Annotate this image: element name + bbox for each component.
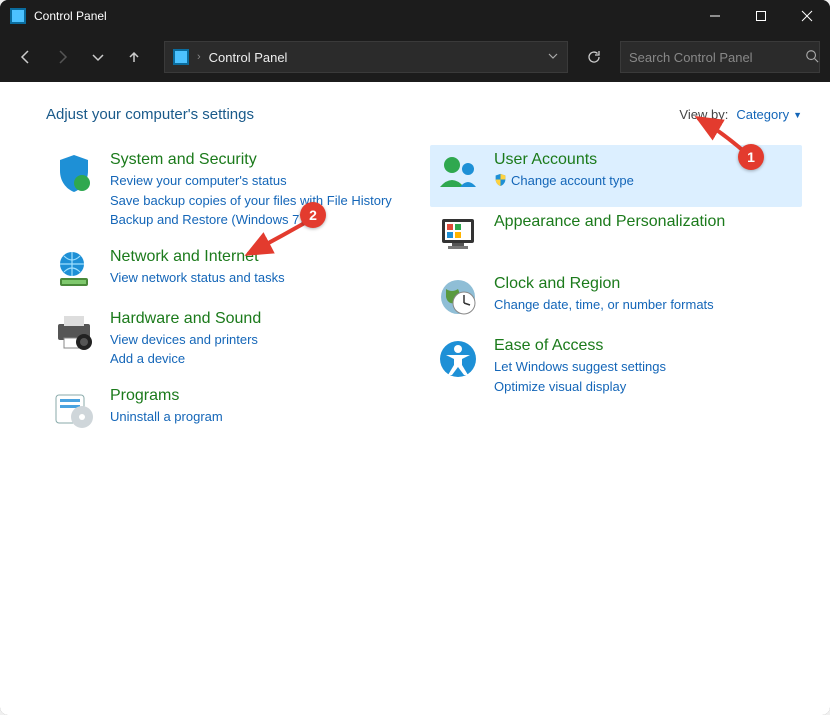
- categories-grid: System and Security Review your computer…: [46, 145, 802, 443]
- minimize-button[interactable]: [692, 0, 738, 32]
- address-bar[interactable]: › Control Panel: [164, 41, 568, 73]
- category-title[interactable]: System and Security: [110, 151, 412, 169]
- category-link[interactable]: Change date, time, or number formats: [494, 295, 796, 315]
- programs-icon: [52, 387, 96, 431]
- category-clock-region[interactable]: Clock and Region Change date, time, or n…: [430, 269, 802, 331]
- window-title: Control Panel: [34, 9, 107, 23]
- chevron-right-icon: ›: [197, 51, 201, 63]
- category-link-text: Change account type: [511, 173, 634, 188]
- network-globe-icon: [52, 248, 96, 292]
- up-button[interactable]: [118, 41, 150, 73]
- chevron-down-icon[interactable]: [547, 50, 559, 65]
- category-link[interactable]: Change account type: [494, 171, 796, 191]
- category-link[interactable]: View network status and tasks: [110, 268, 412, 288]
- control-panel-icon: [10, 8, 26, 24]
- page-heading: Adjust your computer's settings: [46, 106, 254, 123]
- user-accounts-icon: [436, 151, 480, 195]
- category-ease-access[interactable]: Ease of Access Let Windows suggest setti…: [430, 331, 802, 408]
- content-area: Adjust your computer's settings View by:…: [0, 82, 830, 715]
- category-title[interactable]: Hardware and Sound: [110, 310, 412, 328]
- printer-device-icon: [52, 310, 96, 354]
- category-link[interactable]: Add a device: [110, 349, 412, 369]
- address-path: Control Panel: [209, 50, 288, 65]
- forward-button[interactable]: [46, 41, 78, 73]
- window: Control Panel › Control Panel: [0, 0, 830, 715]
- right-column: User Accounts Change account type Appear: [430, 145, 802, 443]
- category-title[interactable]: Clock and Region: [494, 275, 796, 293]
- category-programs[interactable]: Programs Uninstall a program: [46, 381, 418, 443]
- category-network-internet[interactable]: Network and Internet View network status…: [46, 242, 418, 304]
- uac-shield-icon: [494, 172, 507, 192]
- dropdown-triangle-icon: ▼: [793, 110, 802, 120]
- category-title[interactable]: Programs: [110, 387, 412, 405]
- category-appearance[interactable]: Appearance and Personalization: [430, 207, 802, 269]
- category-system-security[interactable]: System and Security Review your computer…: [46, 145, 418, 242]
- category-link[interactable]: Review your computer's status: [110, 171, 412, 191]
- refresh-button[interactable]: [578, 41, 610, 73]
- category-link[interactable]: Save backup copies of your files with Fi…: [110, 191, 412, 211]
- annotation-badge-2: 2: [300, 202, 326, 228]
- category-link[interactable]: Optimize visual display: [494, 377, 796, 397]
- address-icon: [173, 49, 189, 65]
- category-title[interactable]: Appearance and Personalization: [494, 213, 796, 231]
- ease-access-icon: [436, 337, 480, 381]
- category-link[interactable]: Uninstall a program: [110, 407, 412, 427]
- shield-security-icon: [52, 151, 96, 195]
- back-button[interactable]: [10, 41, 42, 73]
- recent-dropdown-button[interactable]: [82, 41, 114, 73]
- heading-row: Adjust your computer's settings View by:…: [46, 106, 802, 123]
- maximize-button[interactable]: [738, 0, 784, 32]
- close-button[interactable]: [784, 0, 830, 32]
- toolbar: › Control Panel: [0, 32, 830, 82]
- category-link[interactable]: View devices and printers: [110, 330, 412, 350]
- category-link[interactable]: Let Windows suggest settings: [494, 357, 796, 377]
- annotation-badge-1: 1: [738, 144, 764, 170]
- category-hardware-sound[interactable]: Hardware and Sound View devices and prin…: [46, 304, 418, 381]
- search-box[interactable]: [620, 41, 820, 73]
- appearance-icon: [436, 213, 480, 257]
- search-input[interactable]: [629, 50, 805, 65]
- clock-region-icon: [436, 275, 480, 319]
- search-icon[interactable]: [805, 49, 819, 66]
- titlebar: Control Panel: [0, 0, 830, 32]
- left-column: System and Security Review your computer…: [46, 145, 418, 443]
- category-title[interactable]: Ease of Access: [494, 337, 796, 355]
